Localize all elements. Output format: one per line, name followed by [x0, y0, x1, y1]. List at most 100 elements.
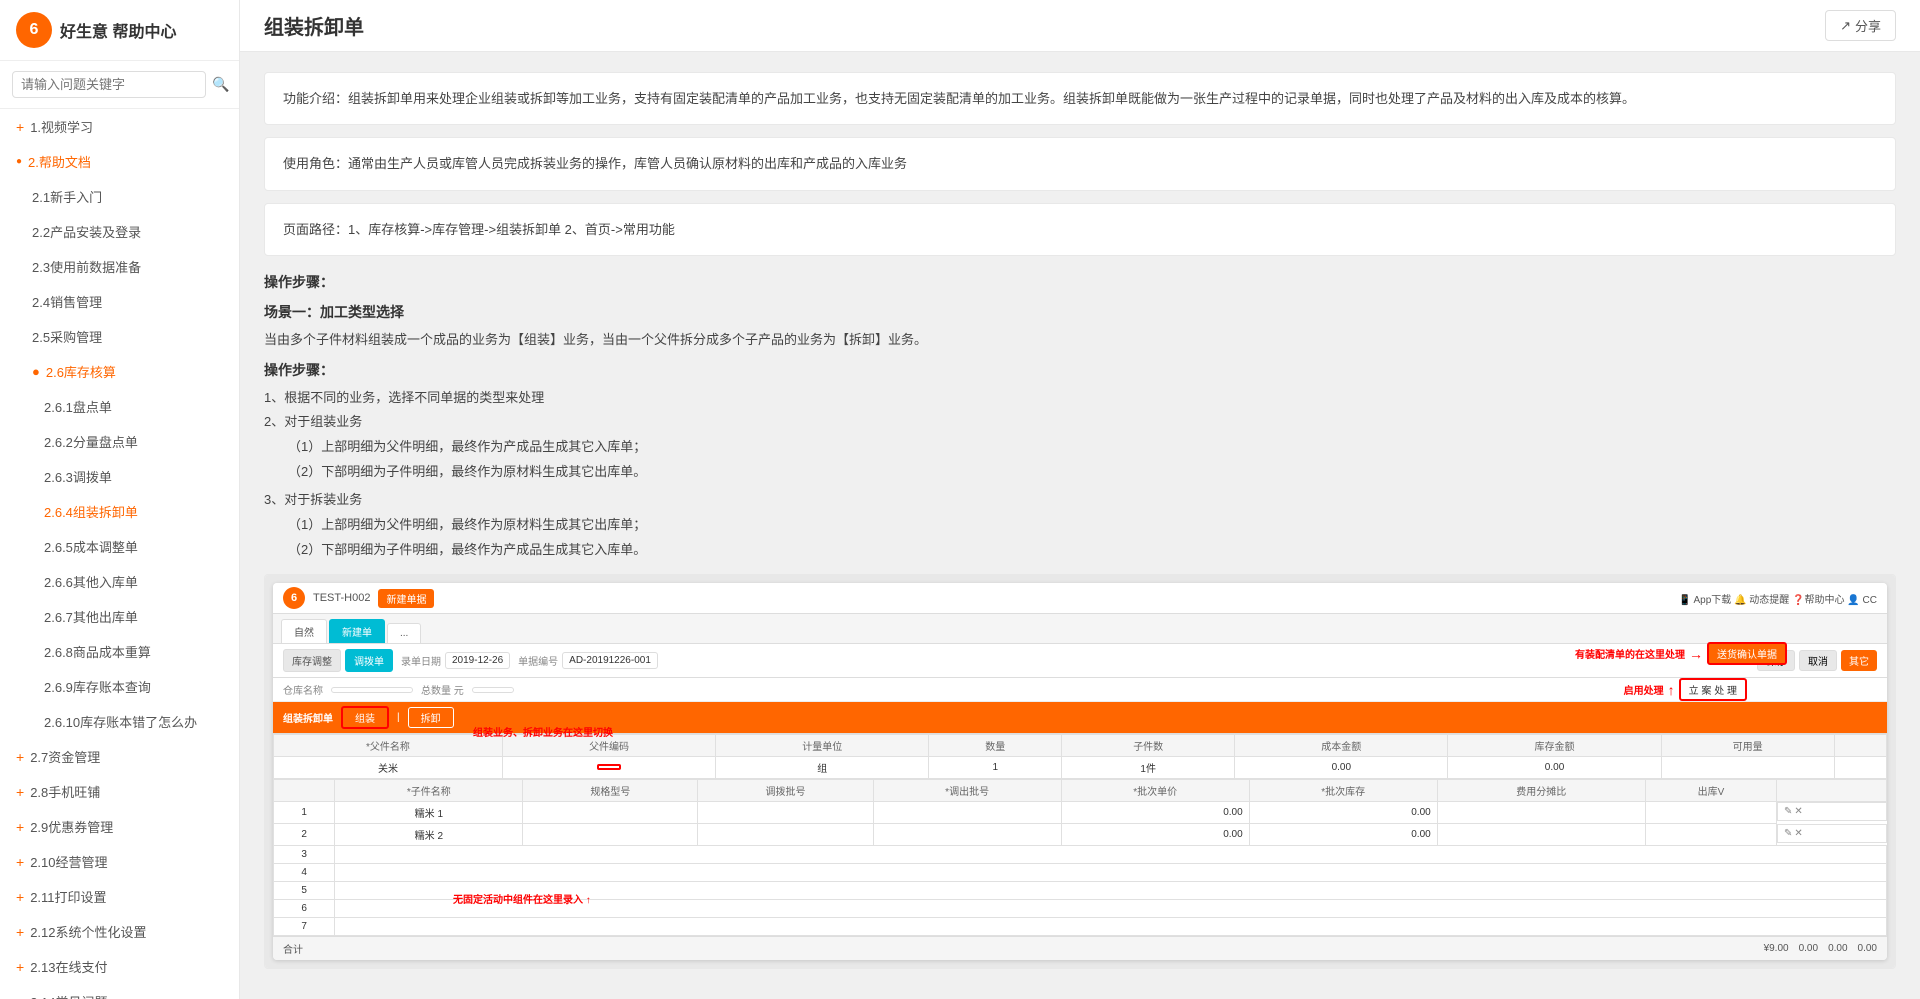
th-child-count: 子件数 — [1062, 735, 1235, 757]
search-input[interactable] — [12, 71, 206, 98]
tab-new-doc[interactable]: 新建单 — [329, 619, 385, 643]
share-icon: ↗ — [1840, 18, 1851, 34]
sidebar-item-2-11[interactable]: + 2.11打印设置 — [0, 879, 239, 914]
approve-btn[interactable]: 送货确认单据 — [1707, 642, 1787, 665]
sidebar-item-video[interactable]: + 1.视频学习 — [0, 109, 239, 144]
sidebar-item-2-7[interactable]: + 2.7资金管理 — [0, 739, 239, 774]
sidebar-item-2-6[interactable]: ● 2.6库存核算 — [0, 354, 239, 389]
sidebar-label-2-12: 2.12系统个性化设置 — [30, 922, 146, 941]
cell-parent-code — [502, 757, 715, 779]
expand-icon: + — [16, 854, 24, 870]
sidebar-label-2-6-5: 2.6.5成本调整单 — [44, 537, 138, 556]
sidebar-label-2-2: 2.2产品安装及登录 — [32, 222, 141, 241]
step3-sub2: （2）下部明细为子件明细，最终作为产成品生成其它入库单。 — [264, 538, 1896, 563]
sidebar-item-2-5[interactable]: 2.5采购管理 — [0, 319, 239, 354]
type-switch-separator: | — [397, 712, 400, 723]
sidebar-item-2-6-6[interactable]: 2.6.6其他入库单 — [0, 564, 239, 599]
sidebar-label-2-6-9: 2.6.9库存账本查询 — [44, 677, 151, 696]
sidebar-item-2-6-2[interactable]: 2.6.2分量盘点单 — [0, 424, 239, 459]
docno-value[interactable]: AD-20191226-001 — [562, 652, 658, 669]
th-cost: 成本金额 — [1235, 735, 1448, 757]
arrow-right: → — [1689, 646, 1703, 662]
sidebar-item-2-6-9[interactable]: 2.6.9库存账本查询 — [0, 669, 239, 704]
cell-spec-1 — [523, 802, 698, 824]
sidebar-label-2-11: 2.11打印设置 — [30, 887, 106, 906]
th-child-name: *子件名称 — [335, 780, 523, 802]
sidebar-item-2-10[interactable]: + 2.10经营管理 — [0, 844, 239, 879]
role-intro-text: 使用角色：通常由生产人员或库管人员完成拆装业务的操作，库管人员确认原材料的出库和… — [283, 156, 907, 171]
arrow-enable: ↑ — [1668, 682, 1675, 698]
step2-sub2: （2）下部明细为子件明细，最终作为原材料生成其它出库单。 — [264, 460, 1896, 485]
cell-out-batch-2 — [873, 824, 1061, 846]
edit-icon[interactable]: ✎ — [1784, 806, 1792, 817]
table-row-empty: 7 — [274, 918, 1887, 936]
cell-outstock-1 — [1645, 802, 1776, 824]
sidebar-item-2-6-3[interactable]: 2.6.3调拨单 — [0, 459, 239, 494]
sidebar-item-docs[interactable]: 2.帮助文档 — [0, 144, 239, 179]
sidebar: 6 好生意 帮助中心 🔍 + 1.视频学习 2.帮助文档 2.1新手入门 2.2… — [0, 0, 240, 999]
sidebar-item-2-12[interactable]: + 2.12系统个性化设置 — [0, 914, 239, 949]
expand-icon: + — [16, 819, 24, 835]
sidebar-label-video: 1.视频学习 — [30, 117, 93, 136]
step2: 2、对于组装业务 — [264, 410, 1896, 435]
sidebar-item-2-8[interactable]: + 2.8手机旺铺 — [0, 774, 239, 809]
sidebar-item-2-1[interactable]: 2.1新手入门 — [0, 179, 239, 214]
type-disassemble-btn[interactable]: 拆卸 — [408, 707, 454, 728]
content-area: 功能介绍：组装拆卸单用来处理企业组装或拆卸等加工业务，支持有固定装配清单的产品加… — [240, 52, 1920, 999]
sidebar-item-2-3[interactable]: 2.3使用前数据准备 — [0, 249, 239, 284]
sidebar-label-2-6-4: 2.6.4组装拆卸单 — [44, 502, 138, 521]
sidebar-item-2-2[interactable]: 2.2产品安装及登录 — [0, 214, 239, 249]
code-highlight — [597, 764, 621, 770]
sidebar-item-2-6-8[interactable]: 2.6.8商品成本重算 — [0, 634, 239, 669]
qty-label: 总数量 元 — [421, 682, 464, 697]
enable-btn[interactable]: 立 案 处 理 — [1679, 678, 1747, 701]
sidebar-item-2-6-7[interactable]: 2.6.7其他出库单 — [0, 599, 239, 634]
cell-batch-stock-2: 0.00 — [1249, 824, 1437, 846]
warehouse-label: 仓库名称 — [283, 682, 323, 697]
tab-transfer[interactable]: 调拨单 — [345, 649, 393, 672]
sidebar-item-2-9[interactable]: + 2.9优惠券管理 — [0, 809, 239, 844]
search-button[interactable]: 🔍 — [212, 76, 229, 93]
cell-outstock-2 — [1645, 824, 1776, 846]
sidebar-item-2-6-4[interactable]: 2.6.4组装拆卸单 — [0, 494, 239, 529]
step3-sub1: （1）上部明细为父件明细，最终作为原材料生成其它出库单； — [264, 513, 1896, 538]
warehouse-input[interactable] — [331, 687, 413, 693]
new-doc-btn[interactable]: 新建单据 — [378, 589, 434, 608]
docno-label: 单据编号 — [518, 653, 558, 668]
cell-action-1: ✎ ✕ — [1777, 802, 1887, 821]
share-button[interactable]: ↗ 分享 — [1825, 10, 1896, 41]
qty-input[interactable] — [472, 687, 514, 693]
cell-out-batch-1 — [873, 802, 1061, 824]
date-label: 录单日期 — [401, 653, 441, 668]
form-docno-field: 单据编号 AD-20191226-001 — [518, 652, 658, 669]
date-value[interactable]: 2019-12-26 — [445, 652, 510, 669]
cell-qty: 1 — [929, 757, 1062, 779]
table-row: 1 糯米 1 0.00 0.00 — [274, 802, 1887, 824]
edit-icon2[interactable]: ✎ — [1784, 828, 1792, 839]
sidebar-item-2-6-5[interactable]: 2.6.5成本调整单 — [0, 529, 239, 564]
cell-action — [1834, 757, 1886, 779]
sidebar-item-2-6-1[interactable]: 2.6.1盘点单 — [0, 389, 239, 424]
expand-icon: + — [16, 924, 24, 940]
sidebar-item-2-6-10[interactable]: 2.6.10库存账本错了怎么办 — [0, 704, 239, 739]
type-switch-btn[interactable]: 组装 — [341, 706, 389, 729]
tab-adjustment[interactable]: 库存调整 — [283, 649, 341, 672]
scene1-desc: 当由多个子件材料组装成一个成品的业务为【组装】业务，当由一个父件拆分成多个子产品… — [264, 328, 1896, 351]
delete-icon[interactable]: ✕ — [1794, 806, 1802, 817]
sidebar-label-2-13: 2.13在线支付 — [30, 957, 107, 976]
app-id: TEST-H002 — [313, 592, 370, 604]
th-available: 可用量 — [1661, 735, 1834, 757]
cell-child-count: 1件 — [1062, 757, 1235, 779]
sidebar-item-2-13[interactable]: + 2.13在线支付 — [0, 949, 239, 984]
cell-num6: 6 — [274, 900, 335, 918]
cancel-btn[interactable]: 取消 — [1799, 650, 1837, 671]
sidebar-label-2-6-2: 2.6.2分量盘点单 — [44, 432, 138, 451]
cell-num: 1 — [274, 802, 335, 824]
arrow-infinite: ↑ — [586, 895, 591, 906]
confirm-btn[interactable]: 其它 — [1841, 650, 1877, 671]
tab-ziliao[interactable]: 自然 — [281, 619, 327, 643]
delete-icon2[interactable]: ✕ — [1794, 828, 1802, 839]
tab-extra[interactable]: ... — [387, 623, 421, 643]
sidebar-item-2-14[interactable]: + 2.14常见问题 — [0, 984, 239, 999]
sidebar-item-2-4[interactable]: 2.4销售管理 — [0, 284, 239, 319]
